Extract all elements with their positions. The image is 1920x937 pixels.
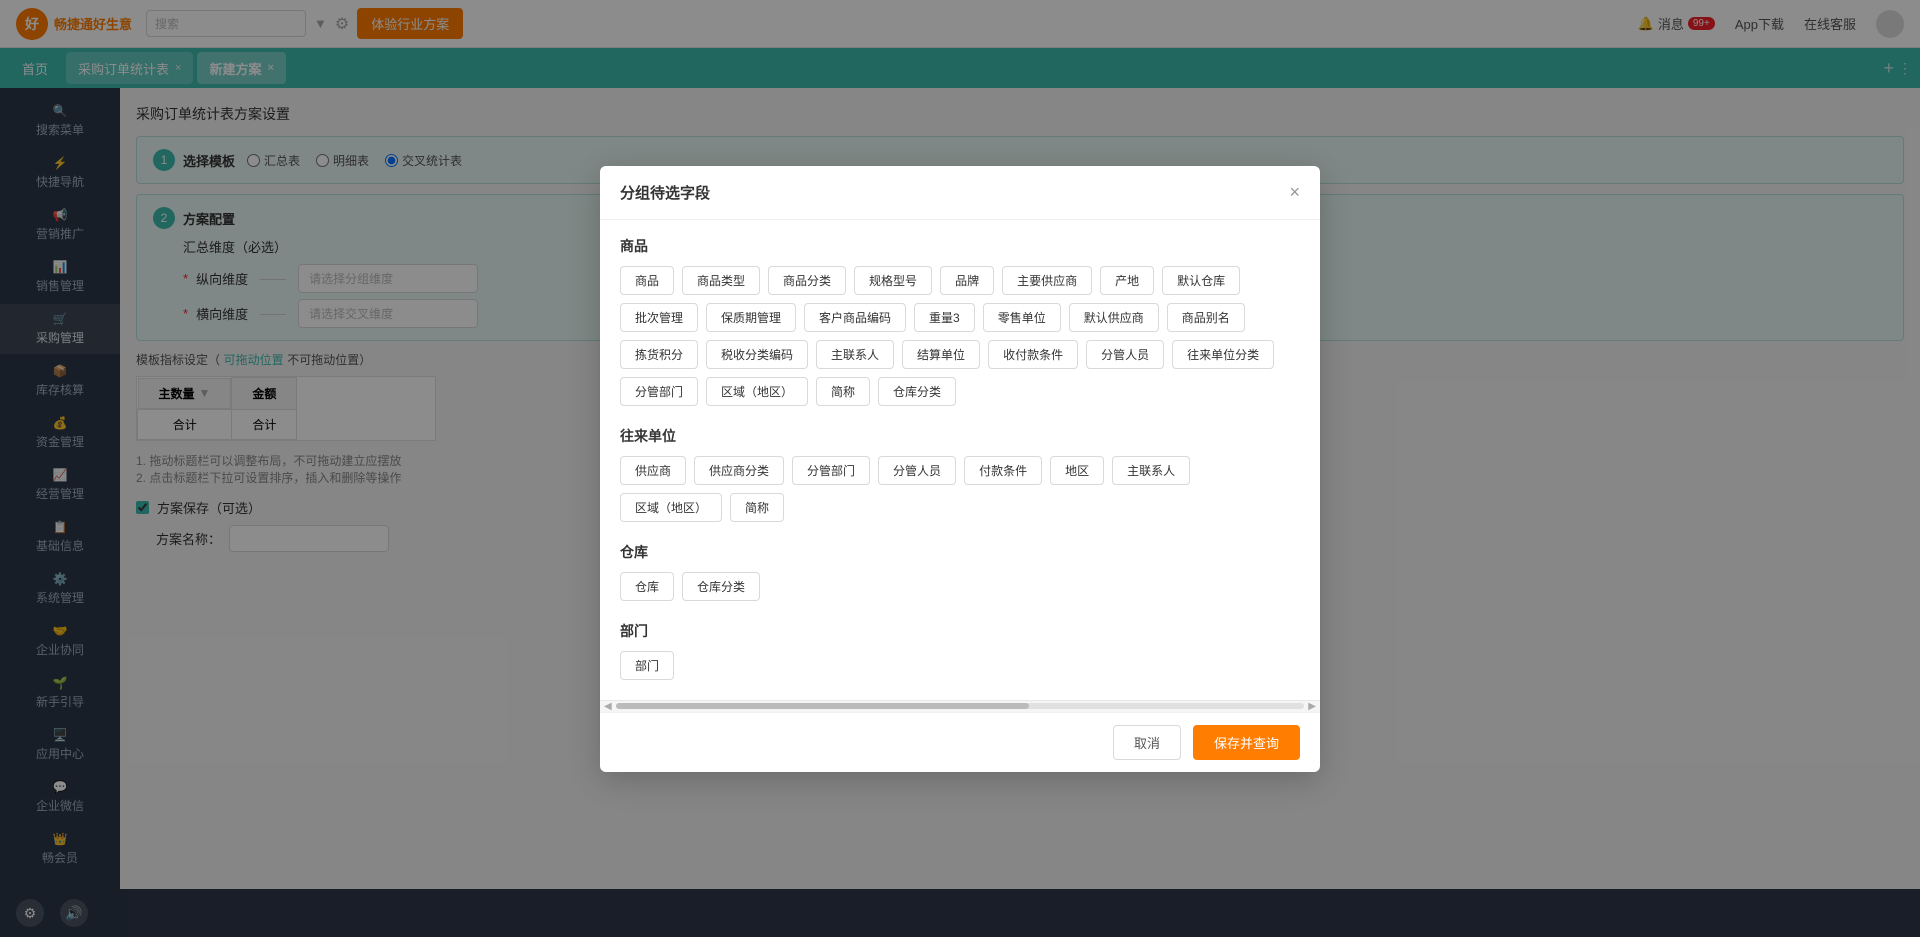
chip-goods-alias[interactable]: 商品别名 — [1167, 303, 1245, 332]
chip-warehouse[interactable]: 仓库 — [620, 572, 674, 601]
field-group-goods: 商品 商品 商品类型 商品分类 规格型号 品牌 主要供应商 产地 默认仓库 批次… — [620, 236, 1300, 406]
modal-close-button[interactable]: × — [1289, 182, 1300, 203]
modal: 分组待选字段 × 商品 商品 商品类型 商品分类 规格型号 品牌 主要供应商 产… — [600, 166, 1320, 772]
chip-weight3[interactable]: 重量3 — [914, 303, 975, 332]
chip-default-supplier[interactable]: 默认供应商 — [1069, 303, 1159, 332]
chip-batch-mgmt[interactable]: 批次管理 — [620, 303, 698, 332]
chip-supplier-category[interactable]: 供应商分类 — [694, 456, 784, 485]
field-group-department: 部门 部门 — [620, 621, 1300, 680]
chip-short-name[interactable]: 简称 — [816, 377, 870, 406]
chip-warehouse-cat[interactable]: 仓库分类 — [682, 572, 760, 601]
group-title-partner: 往来单位 — [620, 426, 1300, 446]
chip-settlement-unit[interactable]: 结算单位 — [902, 340, 980, 369]
partner-chips: 供应商 供应商分类 分管部门 分管人员 付款条件 地区 主联系人 区域（地区） … — [620, 456, 1300, 522]
chip-brand[interactable]: 品牌 — [940, 266, 994, 295]
chip-goods[interactable]: 商品 — [620, 266, 674, 295]
chip-supervisor[interactable]: 分管人员 — [1086, 340, 1164, 369]
chip-supplier[interactable]: 供应商 — [620, 456, 686, 485]
chip-main-supplier[interactable]: 主要供应商 — [1002, 266, 1092, 295]
chip-region-partner[interactable]: 区域（地区） — [620, 493, 722, 522]
warehouse-chips: 仓库 仓库分类 — [620, 572, 1300, 601]
chip-customer-code[interactable]: 客户商品编码 — [804, 303, 906, 332]
chip-manage-dept[interactable]: 分管部门 — [792, 456, 870, 485]
chip-warehouse-category[interactable]: 仓库分类 — [878, 377, 956, 406]
chip-default-warehouse[interactable]: 默认仓库 — [1162, 266, 1240, 295]
chip-goods-type[interactable]: 商品类型 — [682, 266, 760, 295]
hscroll-track[interactable] — [616, 703, 1305, 709]
modal-hscrollbar[interactable]: ◀ ▶ — [600, 700, 1320, 712]
chip-region-goods[interactable]: 区域（地区） — [706, 377, 808, 406]
chip-dept[interactable]: 分管部门 — [620, 377, 698, 406]
chip-origin[interactable]: 产地 — [1100, 266, 1154, 295]
chip-expiry-mgmt[interactable]: 保质期管理 — [706, 303, 796, 332]
modal-backdrop: 分组待选字段 × 商品 商品 商品类型 商品分类 规格型号 品牌 主要供应商 产… — [0, 0, 1920, 937]
group-title-goods: 商品 — [620, 236, 1300, 256]
chip-main-contact2[interactable]: 主联系人 — [1112, 456, 1190, 485]
cancel-button[interactable]: 取消 — [1113, 725, 1181, 760]
hscroll-left-arrow[interactable]: ◀ — [604, 701, 612, 712]
modal-title: 分组待选字段 — [620, 182, 710, 203]
chip-short-name2[interactable]: 简称 — [730, 493, 784, 522]
modal-header: 分组待选字段 × — [600, 166, 1320, 220]
modal-footer: 取消 保存并查询 — [600, 712, 1320, 772]
chip-spec-model[interactable]: 规格型号 — [854, 266, 932, 295]
hscroll-right-arrow[interactable]: ▶ — [1308, 701, 1316, 712]
department-chips: 部门 — [620, 651, 1300, 680]
chip-tax-code[interactable]: 税收分类编码 — [706, 340, 808, 369]
chip-retail-unit[interactable]: 零售单位 — [983, 303, 1061, 332]
hscroll-thumb[interactable] — [616, 703, 1029, 709]
chip-department[interactable]: 部门 — [620, 651, 674, 680]
chip-manage-person[interactable]: 分管人员 — [878, 456, 956, 485]
save-query-button[interactable]: 保存并查询 — [1193, 725, 1300, 760]
goods-chips: 商品 商品类型 商品分类 规格型号 品牌 主要供应商 产地 默认仓库 批次管理 … — [620, 266, 1300, 406]
chip-pick-score[interactable]: 拣货积分 — [620, 340, 698, 369]
chip-goods-category[interactable]: 商品分类 — [768, 266, 846, 295]
chip-payment-terms[interactable]: 收付款条件 — [988, 340, 1078, 369]
chip-main-contact[interactable]: 主联系人 — [816, 340, 894, 369]
modal-body[interactable]: 商品 商品 商品类型 商品分类 规格型号 品牌 主要供应商 产地 默认仓库 批次… — [600, 220, 1320, 700]
field-group-partner: 往来单位 供应商 供应商分类 分管部门 分管人员 付款条件 地区 主联系人 区域… — [620, 426, 1300, 522]
chip-pay-condition[interactable]: 付款条件 — [964, 456, 1042, 485]
group-title-warehouse: 仓库 — [620, 542, 1300, 562]
chip-district[interactable]: 地区 — [1050, 456, 1104, 485]
group-title-department: 部门 — [620, 621, 1300, 641]
chip-partner-category[interactable]: 往来单位分类 — [1172, 340, 1274, 369]
field-group-warehouse: 仓库 仓库 仓库分类 — [620, 542, 1300, 601]
